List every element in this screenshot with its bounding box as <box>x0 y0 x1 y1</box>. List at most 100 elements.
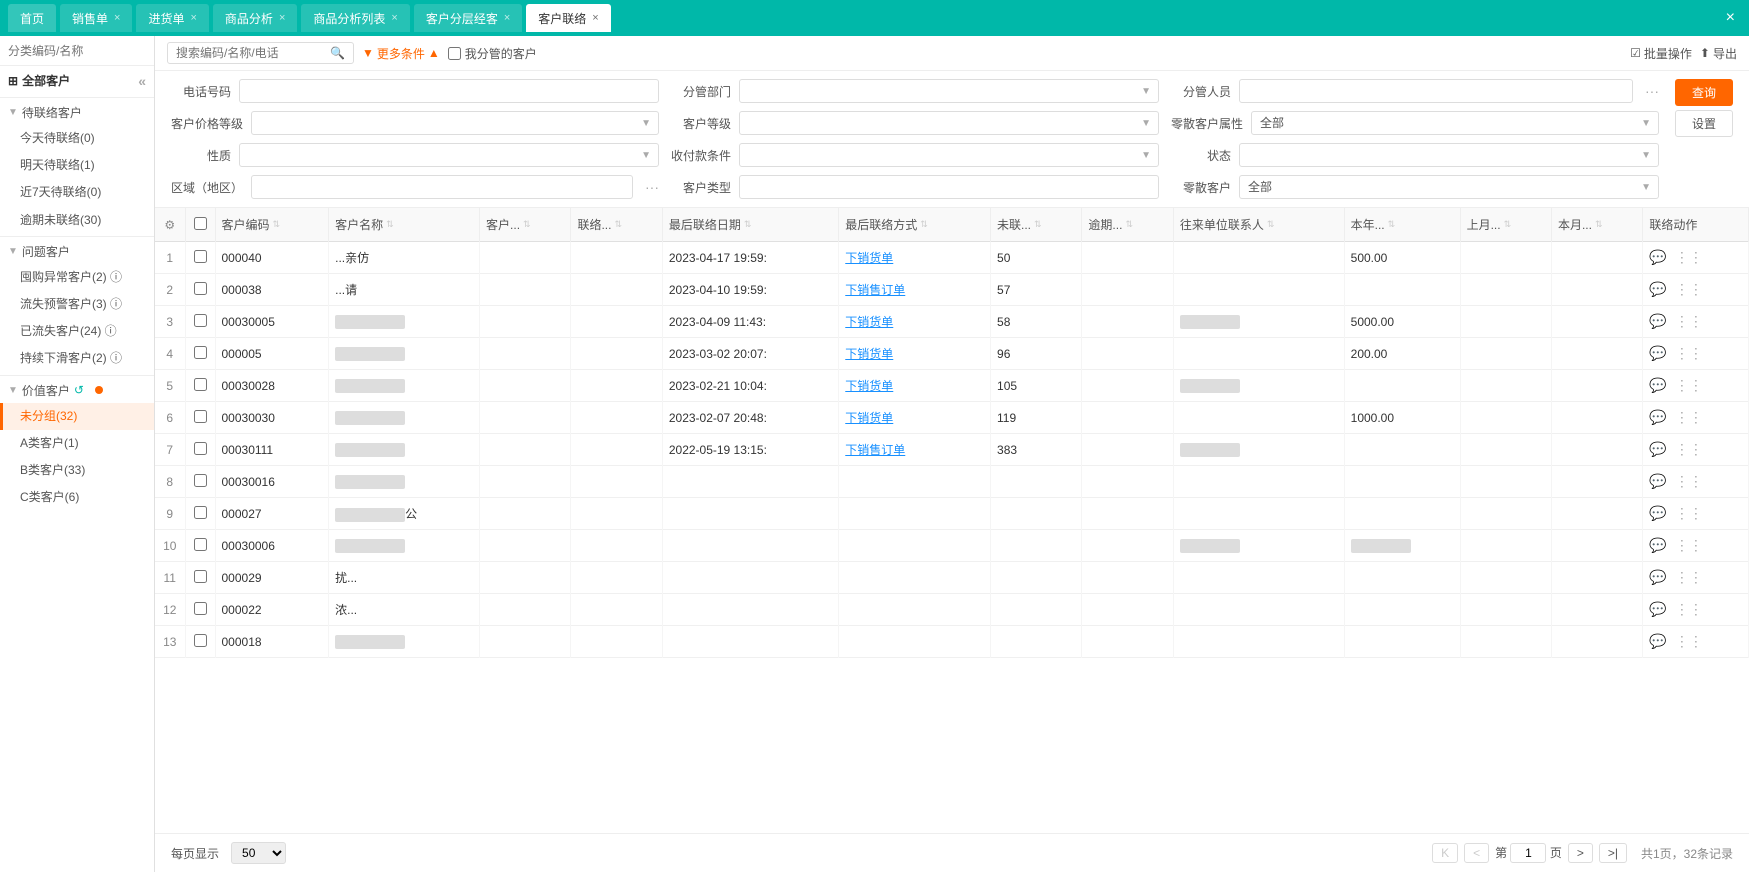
global-close-button[interactable]: × <box>1720 9 1741 27</box>
tab-goods-analysis[interactable]: 商品分析 × <box>213 4 297 32</box>
row-checkbox[interactable] <box>194 570 207 583</box>
tab-customer-tier[interactable]: 客户分层经客 × <box>414 4 522 32</box>
more-icon[interactable]: ⋮⋮ <box>1675 409 1703 426</box>
export-button[interactable]: ⬆ 导出 <box>1700 45 1737 62</box>
row-checkbox[interactable] <box>194 410 207 423</box>
search-input[interactable] <box>176 46 326 60</box>
value-customers-group[interactable]: ▼ 价值客户 ↺ <box>0 378 154 403</box>
chat-icon[interactable]: 💬 <box>1649 313 1666 330</box>
more-icon[interactable]: ⋮⋮ <box>1675 313 1703 330</box>
manager-input[interactable] <box>1239 79 1633 103</box>
sidebar-search-input[interactable] <box>8 44 155 58</box>
week-pending-item[interactable]: 近7天待联络(0) <box>0 179 154 206</box>
customer-tier-select[interactable] <box>739 111 1159 135</box>
batch-ops-button[interactable]: ☑ 批量操作 <box>1630 45 1692 62</box>
more-icon[interactable]: ⋮⋮ <box>1675 377 1703 394</box>
query-button[interactable]: 查询 <box>1675 79 1733 106</box>
churn-warning-item[interactable]: 流失预警客户(3) ⓘ <box>0 291 154 318</box>
close-customer-contact-tab[interactable]: × <box>592 12 598 24</box>
more-conditions-button[interactable]: ▼ 更多条件 ▲ <box>362 45 440 62</box>
more-icon[interactable]: ⋮⋮ <box>1675 569 1703 586</box>
tab-home[interactable]: 首页 <box>8 4 56 32</box>
close-goods-analysis-tab[interactable]: × <box>279 12 285 24</box>
dept-select[interactable] <box>739 79 1159 103</box>
last-method-link[interactable]: 下销售订单 <box>845 443 905 457</box>
hoarding-abnormal-item[interactable]: 囤购异常客户(2) ⓘ <box>0 264 154 291</box>
more-icon[interactable]: ⋮⋮ <box>1675 601 1703 618</box>
manager-dotdot-icon[interactable]: ··· <box>1645 83 1659 99</box>
b-class-item[interactable]: B类客户(33) <box>0 457 154 484</box>
chat-icon[interactable]: 💬 <box>1649 601 1666 618</box>
more-icon[interactable]: ⋮⋮ <box>1675 633 1703 650</box>
last-method-link[interactable]: 下销货单 <box>845 315 893 329</box>
tomorrow-pending-item[interactable]: 明天待联络(1) <box>0 152 154 179</box>
close-sales-tab[interactable]: × <box>114 12 120 24</box>
reset-button[interactable]: 设置 <box>1675 110 1733 137</box>
churned-item[interactable]: 已流失客户(24) ⓘ <box>0 318 154 345</box>
chat-icon[interactable]: 💬 <box>1649 249 1666 266</box>
overdue-col-header[interactable]: 逾期...⇅ <box>1082 208 1173 242</box>
next-page-button[interactable]: > <box>1568 843 1593 863</box>
row-checkbox[interactable] <box>194 602 207 615</box>
a-class-item[interactable]: A类客户(1) <box>0 430 154 457</box>
more-icon[interactable]: ⋮⋮ <box>1675 345 1703 362</box>
row-checkbox[interactable] <box>194 282 207 295</box>
row-checkbox[interactable] <box>194 538 207 551</box>
close-purchase-tab[interactable]: × <box>190 12 196 24</box>
refresh-icon[interactable]: ↺ <box>74 383 88 397</box>
this-year-col-header[interactable]: 本年...⇅ <box>1344 208 1460 242</box>
status-select[interactable] <box>1239 143 1659 167</box>
last-page-button[interactable]: >| <box>1599 843 1627 863</box>
last-method-link[interactable]: 下销货单 <box>845 379 893 393</box>
unclassified-group-item[interactable]: 未分组(32) <box>0 403 154 430</box>
chat-icon[interactable]: 💬 <box>1649 409 1666 426</box>
more-icon[interactable]: ⋮⋮ <box>1675 249 1703 266</box>
tab-goods-list[interactable]: 商品分析列表 × <box>301 4 409 32</box>
last-method-link[interactable]: 下销货单 <box>845 411 893 425</box>
my-customers-checkbox[interactable]: 我分管的客户 <box>448 45 537 62</box>
last-method-link[interactable]: 下销货单 <box>845 251 893 265</box>
more-icon[interactable]: ⋮⋮ <box>1675 473 1703 490</box>
more-icon[interactable]: ⋮⋮ <box>1675 505 1703 522</box>
close-goods-list-tab[interactable]: × <box>391 12 397 24</box>
row-checkbox[interactable] <box>194 250 207 263</box>
nature-select[interactable] <box>239 143 659 167</box>
close-customer-tier-tab[interactable]: × <box>504 12 510 24</box>
chat-icon[interactable]: 💬 <box>1649 505 1666 522</box>
all-customers-header[interactable]: ⊞ 全部客户 « <box>0 66 154 95</box>
tab-customer-contact[interactable]: 客户联络 × <box>526 4 610 32</box>
uncontacted-col-header[interactable]: 未联...⇅ <box>991 208 1082 242</box>
payment-select[interactable] <box>739 143 1159 167</box>
row-checkbox[interactable] <box>194 314 207 327</box>
search-icon[interactable]: 🔍 <box>330 46 345 60</box>
page-number-input[interactable] <box>1510 843 1546 863</box>
first-page-button[interactable]: K <box>1432 843 1458 863</box>
phone-input[interactable] <box>239 79 659 103</box>
last-method-link[interactable]: 下销货单 <box>845 347 893 361</box>
price-tier-select[interactable] <box>251 111 659 135</box>
settings-col-header[interactable]: ⚙ <box>155 208 185 242</box>
contact-person-col-header[interactable]: 往来单位联系人⇅ <box>1173 208 1344 242</box>
name-col-header[interactable]: 客户名称⇅ <box>329 208 480 242</box>
chat-icon[interactable]: 💬 <box>1649 441 1666 458</box>
type-col-header[interactable]: 客户...⇅ <box>480 208 571 242</box>
more-icon[interactable]: ⋮⋮ <box>1675 441 1703 458</box>
customer-type-input[interactable] <box>739 175 1159 199</box>
row-checkbox[interactable] <box>194 634 207 647</box>
per-page-select[interactable]: 50 100 <box>231 842 286 864</box>
last-month-col-header[interactable]: 上月...⇅ <box>1460 208 1551 242</box>
chat-icon[interactable]: 💬 <box>1649 377 1666 394</box>
c-class-item[interactable]: C类客户(6) <box>0 484 154 511</box>
select-all-checkbox[interactable] <box>194 217 207 230</box>
chat-icon[interactable]: 💬 <box>1649 281 1666 298</box>
overdue-contact-item[interactable]: 逾期未联络(30) <box>0 207 154 234</box>
pending-contact-group[interactable]: ▼ 待联络客户 <box>0 100 154 125</box>
last-method-link[interactable]: 下销售订单 <box>845 283 905 297</box>
problem-customers-group[interactable]: ▼ 问题客户 <box>0 239 154 264</box>
prev-page-button[interactable]: < <box>1464 843 1489 863</box>
tab-sales[interactable]: 销售单 × <box>60 4 132 32</box>
region-input[interactable] <box>251 175 633 199</box>
row-checkbox[interactable] <box>194 346 207 359</box>
collapse-sidebar-icon[interactable]: « <box>138 73 146 89</box>
last-date-col-header[interactable]: 最后联络日期⇅ <box>662 208 838 242</box>
